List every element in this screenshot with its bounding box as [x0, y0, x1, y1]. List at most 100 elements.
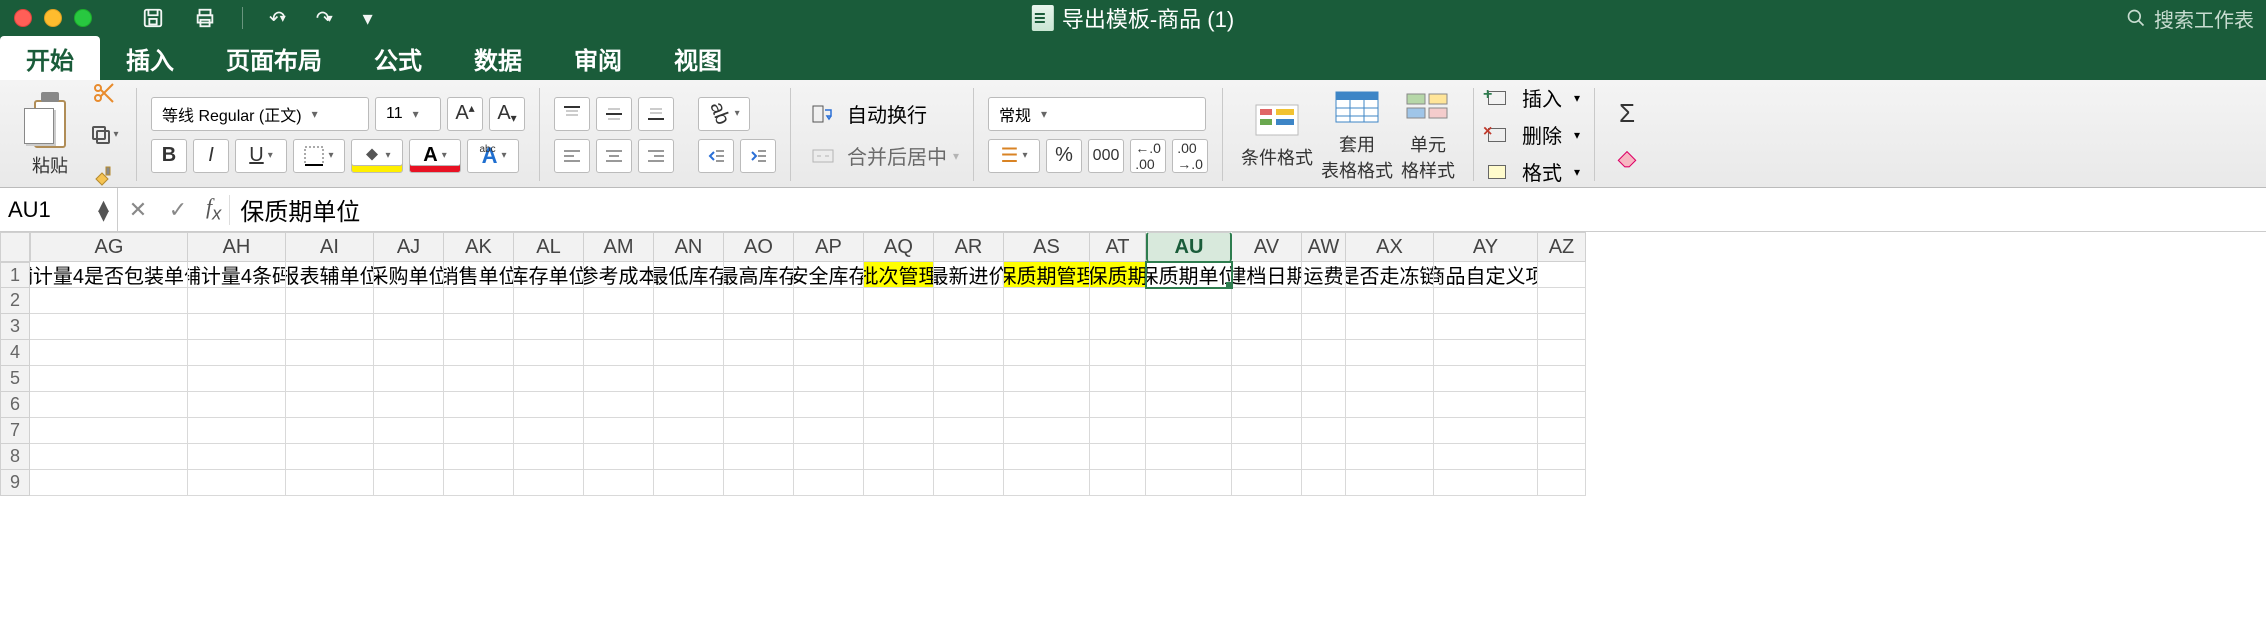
cell-AX3[interactable]	[1346, 314, 1434, 340]
column-header-AX[interactable]: AX	[1346, 232, 1434, 262]
cell-AJ7[interactable]	[374, 418, 444, 444]
column-header-AN[interactable]: AN	[654, 232, 724, 262]
tab-home[interactable]: 开始	[0, 36, 100, 80]
select-all-corner[interactable]	[0, 232, 30, 262]
zoom-window-button[interactable]	[74, 9, 92, 27]
cell-AP7[interactable]	[794, 418, 864, 444]
italic-button[interactable]: I	[193, 139, 229, 173]
cell-AJ2[interactable]	[374, 288, 444, 314]
cell-AW1[interactable]: 运费	[1302, 262, 1346, 288]
cell-AT5[interactable]	[1090, 366, 1146, 392]
cell-AI9[interactable]	[286, 470, 374, 496]
row-header-4[interactable]: 4	[0, 340, 30, 366]
tab-data[interactable]: 数据	[448, 36, 548, 80]
row-header-2[interactable]: 2	[0, 288, 30, 314]
cell-AR2[interactable]	[934, 288, 1004, 314]
format-cells-button[interactable]: 格式 ▾	[1488, 157, 1580, 186]
cell-AR7[interactable]	[934, 418, 1004, 444]
border-button[interactable]: ▾	[293, 139, 345, 173]
close-window-button[interactable]	[14, 9, 32, 27]
cell-AV2[interactable]	[1232, 288, 1302, 314]
cell-AG5[interactable]	[30, 366, 188, 392]
cell-AI5[interactable]	[286, 366, 374, 392]
cell-AL2[interactable]	[514, 288, 584, 314]
insert-function-button[interactable]: fx	[198, 194, 229, 224]
cell-AG1[interactable]: 辅计量4是否包装单位	[30, 262, 188, 288]
cell-styles-button[interactable]: 单元 格样式	[1397, 87, 1459, 183]
row-header-1[interactable]: 1	[0, 262, 30, 288]
percent-format-button[interactable]: %	[1046, 139, 1082, 173]
cell-AW2[interactable]	[1302, 288, 1346, 314]
cell-AJ1[interactable]: 采购单位	[374, 262, 444, 288]
align-left-button[interactable]	[554, 139, 590, 173]
column-header-AG[interactable]: AG	[30, 232, 188, 262]
increase-font-button[interactable]: A▴	[447, 97, 483, 131]
cell-AS2[interactable]	[1004, 288, 1090, 314]
name-box-stepper[interactable]: ▴▾	[98, 200, 109, 220]
cell-AQ6[interactable]	[864, 392, 934, 418]
cell-AW7[interactable]	[1302, 418, 1346, 444]
cell-AM5[interactable]	[584, 366, 654, 392]
cell-AR4[interactable]	[934, 340, 1004, 366]
cell-AZ2[interactable]	[1538, 288, 1586, 314]
cell-AO5[interactable]	[724, 366, 794, 392]
decrease-font-button[interactable]: A▾	[489, 97, 525, 131]
cell-AK8[interactable]	[444, 444, 514, 470]
cell-AU4[interactable]	[1146, 340, 1232, 366]
cell-AG8[interactable]	[30, 444, 188, 470]
cell-AR8[interactable]	[934, 444, 1004, 470]
cell-AJ6[interactable]	[374, 392, 444, 418]
cell-AY5[interactable]	[1434, 366, 1538, 392]
cell-AK2[interactable]	[444, 288, 514, 314]
cell-AK9[interactable]	[444, 470, 514, 496]
column-header-AL[interactable]: AL	[514, 232, 584, 262]
cell-AT2[interactable]	[1090, 288, 1146, 314]
cell-AX8[interactable]	[1346, 444, 1434, 470]
minimize-window-button[interactable]	[44, 9, 62, 27]
cell-AZ8[interactable]	[1538, 444, 1586, 470]
cell-AI6[interactable]	[286, 392, 374, 418]
cell-AZ3[interactable]	[1538, 314, 1586, 340]
tab-pagelayout[interactable]: 页面布局	[200, 36, 348, 80]
cell-AQ3[interactable]	[864, 314, 934, 340]
cell-AM1[interactable]: 参考成本	[584, 262, 654, 288]
cell-AN9[interactable]	[654, 470, 724, 496]
spreadsheet-grid[interactable]: AGAHAIAJAKALAMANAOAPAQARASATAUAVAWAXAYAZ…	[0, 232, 2266, 496]
row-header-8[interactable]: 8	[0, 444, 30, 470]
column-header-AM[interactable]: AM	[584, 232, 654, 262]
cell-AX2[interactable]	[1346, 288, 1434, 314]
cell-AG3[interactable]	[30, 314, 188, 340]
column-header-AU[interactable]: AU	[1146, 232, 1232, 262]
cell-AZ4[interactable]	[1538, 340, 1586, 366]
font-size-select[interactable]: 11 ▾	[375, 97, 441, 131]
delete-cells-button[interactable]: × 删除 ▾	[1488, 120, 1580, 149]
wrap-text-button[interactable]: 自动换行	[805, 97, 959, 131]
cell-AR5[interactable]	[934, 366, 1004, 392]
cell-AN1[interactable]: 最低库存	[654, 262, 724, 288]
cell-AL3[interactable]	[514, 314, 584, 340]
copy-button[interactable]: ▾	[86, 118, 122, 152]
accounting-format-button[interactable]: ☰▾	[988, 139, 1040, 173]
cell-AT4[interactable]	[1090, 340, 1146, 366]
cell-AR1[interactable]: 最新进价	[934, 262, 1004, 288]
cell-AN2[interactable]	[654, 288, 724, 314]
cell-AX7[interactable]	[1346, 418, 1434, 444]
cell-AQ9[interactable]	[864, 470, 934, 496]
cell-AQ5[interactable]	[864, 366, 934, 392]
cell-AW8[interactable]	[1302, 444, 1346, 470]
cell-AI4[interactable]	[286, 340, 374, 366]
cell-AP8[interactable]	[794, 444, 864, 470]
cell-AS8[interactable]	[1004, 444, 1090, 470]
cell-AU8[interactable]	[1146, 444, 1232, 470]
cell-AM9[interactable]	[584, 470, 654, 496]
cell-AH3[interactable]	[188, 314, 286, 340]
cell-AV7[interactable]	[1232, 418, 1302, 444]
cell-AO1[interactable]: 最高库存	[724, 262, 794, 288]
cell-AP9[interactable]	[794, 470, 864, 496]
cell-AL7[interactable]	[514, 418, 584, 444]
cell-AV5[interactable]	[1232, 366, 1302, 392]
column-header-AQ[interactable]: AQ	[864, 232, 934, 262]
increase-decimal-button[interactable]: ←.0.00	[1130, 139, 1166, 173]
row-header-9[interactable]: 9	[0, 470, 30, 496]
cell-AH2[interactable]	[188, 288, 286, 314]
